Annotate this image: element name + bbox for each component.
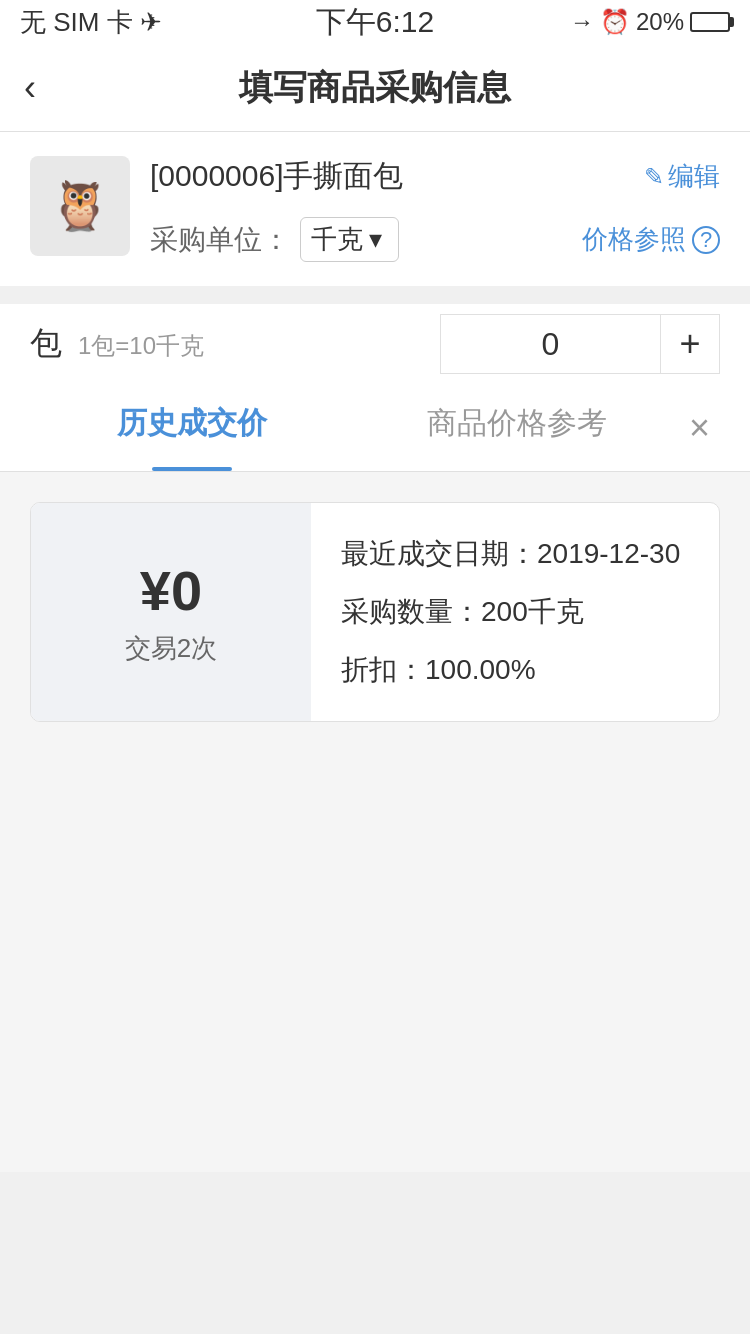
edit-link[interactable]: ✎ 编辑 bbox=[644, 159, 720, 194]
alarm-icon: ⏰ bbox=[600, 8, 630, 36]
qty-unit: 包 bbox=[30, 322, 62, 366]
help-icon: ? bbox=[692, 226, 720, 254]
discount-value: 100.00% bbox=[425, 654, 536, 685]
unit-label: 采购单位： 千克 ▾ bbox=[150, 217, 399, 262]
tab-product-price-ref[interactable]: 商品价格参考 bbox=[354, 384, 678, 471]
status-bar: 无 SIM 卡 ✈ 下午6:12 → ⏰ 20% bbox=[0, 0, 750, 44]
back-button[interactable]: ‹ bbox=[24, 67, 36, 109]
content-area: ¥0 交易2次 最近成交日期：2019-12-30 采购数量：200千克 折扣：… bbox=[0, 472, 750, 1172]
battery-icon bbox=[690, 12, 730, 32]
edit-label: 编辑 bbox=[668, 159, 720, 194]
purchase-qty-label: 采购数量： bbox=[341, 596, 481, 627]
chevron-down-icon: ▾ bbox=[369, 224, 382, 255]
product-image: 🦉 bbox=[30, 156, 130, 256]
product-section: 🦉 [0000006]手撕面包 ✎ 编辑 采购单位： 千克 ▾ bbox=[0, 132, 750, 286]
tab-close-button[interactable]: × bbox=[679, 407, 720, 449]
product-info: [0000006]手撕面包 ✎ 编辑 采购单位： 千克 ▾ 价格参照 ? bbox=[150, 156, 720, 262]
qty-input[interactable] bbox=[440, 314, 660, 374]
tab-history-price-label: 历史成交价 bbox=[117, 403, 267, 452]
price-card-right: 最近成交日期：2019-12-30 采购数量：200千克 折扣：100.00% bbox=[311, 503, 719, 721]
price-card: ¥0 交易2次 最近成交日期：2019-12-30 采购数量：200千克 折扣：… bbox=[30, 502, 720, 722]
price-ref-label: 价格参照 bbox=[582, 222, 686, 257]
battery-percent: 20% bbox=[636, 8, 684, 36]
product-logo-icon: 🦉 bbox=[50, 178, 110, 234]
unit-label-text: 采购单位： bbox=[150, 221, 290, 259]
recent-date-label: 最近成交日期： bbox=[341, 538, 537, 569]
purchase-qty-value: 200千克 bbox=[481, 596, 584, 627]
unit-value: 千克 bbox=[311, 222, 363, 257]
recent-date-row: 最近成交日期：2019-12-30 bbox=[341, 533, 689, 575]
product-name: [0000006]手撕面包 bbox=[150, 156, 403, 197]
location-icon: → bbox=[570, 8, 594, 36]
purchase-qty-row: 采购数量：200千克 bbox=[341, 591, 689, 633]
quantity-section: 包 1包=10千克 + bbox=[0, 304, 750, 384]
price-card-left: ¥0 交易2次 bbox=[31, 503, 311, 721]
tab-product-price-ref-label: 商品价格参考 bbox=[427, 403, 607, 452]
recent-date-value: 2019-12-30 bbox=[537, 538, 680, 569]
qty-plus-button[interactable]: + bbox=[660, 314, 720, 374]
qty-input-group: + bbox=[440, 314, 720, 374]
nav-bar: ‹ 填写商品采购信息 bbox=[0, 44, 750, 132]
price-ref-button[interactable]: 价格参照 ? bbox=[582, 222, 720, 257]
discount-label: 折扣： bbox=[341, 654, 425, 685]
status-time: 下午6:12 bbox=[316, 2, 434, 43]
tabs-section: 历史成交价 商品价格参考 × bbox=[0, 384, 750, 472]
qty-hint: 1包=10千克 bbox=[78, 330, 204, 362]
section-divider bbox=[0, 286, 750, 304]
unit-selector[interactable]: 千克 ▾ bbox=[300, 217, 399, 262]
page-title: 填写商品采购信息 bbox=[239, 65, 511, 111]
qty-label-group: 包 1包=10千克 bbox=[30, 322, 204, 366]
tab-active-underline bbox=[152, 467, 232, 471]
edit-icon: ✎ bbox=[644, 163, 664, 191]
price-amount: ¥0 bbox=[140, 558, 202, 623]
tab-history-price[interactable]: 历史成交价 bbox=[30, 384, 354, 471]
price-trades: 交易2次 bbox=[125, 631, 217, 666]
status-right: → ⏰ 20% bbox=[570, 8, 730, 36]
status-network: 无 SIM 卡 ✈ bbox=[20, 5, 162, 40]
discount-row: 折扣：100.00% bbox=[341, 649, 689, 691]
